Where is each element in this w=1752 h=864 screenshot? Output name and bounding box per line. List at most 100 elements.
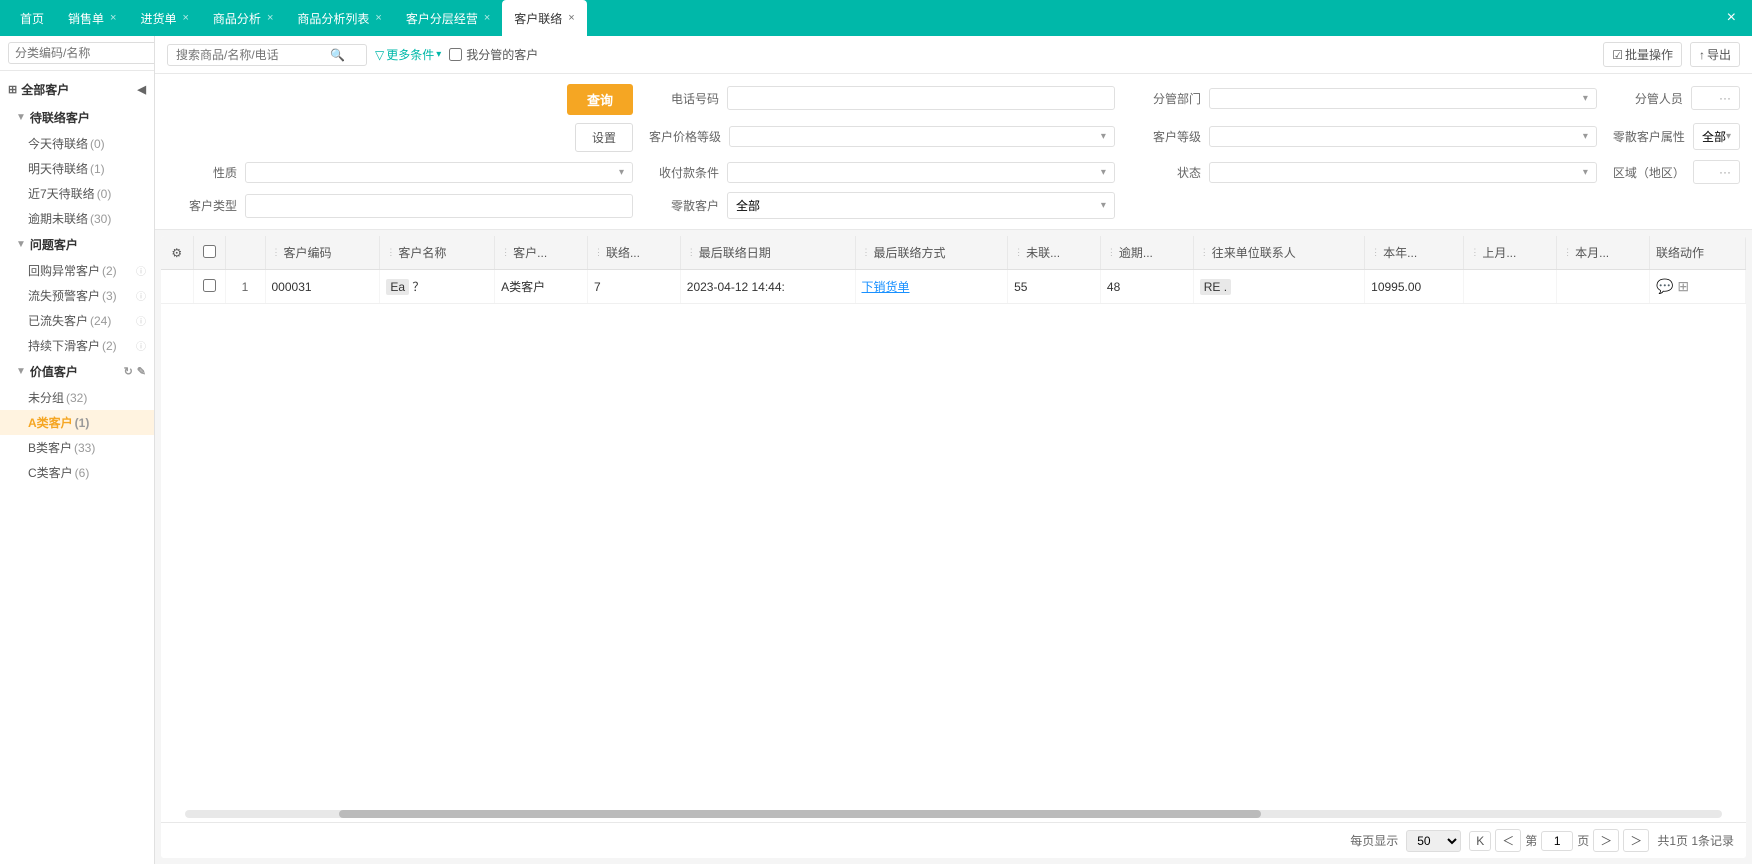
col-type-label: 客户... <box>513 244 547 261</box>
row-action-icons: 💬 ⊞ <box>1656 278 1739 295</box>
status-select[interactable]: ▾ <box>1209 162 1597 183</box>
qr-icon[interactable]: ⊞ <box>1677 278 1689 295</box>
sidebar-item-repurchase[interactable]: 回购异常客户 (2) ⓘ <box>0 258 154 283</box>
nav-customer-tier[interactable]: 客户分层经营 × <box>394 0 502 36</box>
row-checkbox[interactable] <box>203 279 216 292</box>
contact-sort-icon: ⋮ <box>594 247 603 258</box>
nav-analysis[interactable]: 商品分析 × <box>201 0 285 36</box>
all-customers-label: 全部客户 <box>21 81 69 98</box>
nav-home-label: 首页 <box>20 10 44 27</box>
sidebar-group-problem[interactable]: ▼ 问题客户 <box>0 231 154 258</box>
sidebar-item-a-class[interactable]: A类客户 (1) <box>0 410 154 435</box>
nav-sales-close[interactable]: × <box>110 12 116 24</box>
next-page-button[interactable]: ＞ <box>1593 829 1619 852</box>
type-sort-icon: ⋮ <box>501 247 510 258</box>
nav-customer-contact-close[interactable]: × <box>568 12 574 24</box>
nav-home[interactable]: 首页 <box>8 0 56 36</box>
sidebar-item-churn-warning[interactable]: 流失预警客户 (3) ⓘ <box>0 283 154 308</box>
nav-purchase-close[interactable]: × <box>182 12 188 24</box>
sidebar-all-customers[interactable]: ⊞ 全部客户 ◀ <box>0 75 154 104</box>
customer-type-input[interactable] <box>245 194 633 218</box>
export-button[interactable]: ↑ 导出 <box>1690 42 1740 67</box>
global-close-button[interactable]: × <box>1719 9 1744 27</box>
filter-bar: 🔍 ▽ 更多条件 ▾ 我分管的客户 ☑ 批量操作 ↑ 导出 <box>155 36 1752 74</box>
sidebar-group-pending[interactable]: ▼ 待联络客户 <box>0 104 154 131</box>
scroll-thumb[interactable] <box>339 810 1261 818</box>
row-overdue-value: 48 <box>1107 280 1120 294</box>
nav-analysis-list-label: 商品分析列表 <box>297 10 369 27</box>
customer-level-select[interactable]: ▾ <box>1209 126 1597 147</box>
b-class-count: (33) <box>74 441 95 455</box>
sidebar-item-churned[interactable]: 已流失客户 (24) ⓘ <box>0 308 154 333</box>
sidebar-item-c-class[interactable]: C类客户 (6) <box>0 460 154 485</box>
nav-purchase[interactable]: 进货单 × <box>128 0 200 36</box>
filter-search-icon[interactable]: 🔍 <box>330 48 345 62</box>
payment-select[interactable]: ▾ <box>727 162 1115 183</box>
per-page-select[interactable]: 50 100 200 <box>1406 830 1461 852</box>
customer-type-text[interactable] <box>254 199 624 213</box>
batch-operation-button[interactable]: ☑ 批量操作 <box>1603 42 1682 67</box>
value-refresh-icon[interactable]: ↻ <box>124 365 133 378</box>
sidebar-item-today[interactable]: 今天待联络 (0) <box>0 131 154 156</box>
customers-table: ⚙ ⋮ 客户编码 <box>161 236 1746 304</box>
retail-customer-select[interactable]: 全部 ▾ <box>727 192 1115 219</box>
c-class-label: C类客户 <box>28 464 73 481</box>
phone-text-input[interactable] <box>736 91 1106 105</box>
col-no <box>225 236 265 270</box>
row-this-month <box>1557 270 1650 304</box>
row-overdue: 48 <box>1100 270 1193 304</box>
prev-page-button[interactable]: ＜ <box>1495 829 1521 852</box>
row-last-method-value[interactable]: 下销货单 <box>862 280 910 294</box>
filter-row-manager: 分管人员 ··· <box>1613 84 1740 113</box>
phone-input[interactable] <box>727 86 1115 110</box>
dept-select[interactable]: ▾ <box>1209 88 1597 109</box>
filter-more-button[interactable]: ▽ 更多条件 ▾ <box>375 46 441 63</box>
sidebar-item-7days[interactable]: 近7天待联络 (0) <box>0 181 154 206</box>
manager-input[interactable]: ··· <box>1691 86 1740 110</box>
nature-select[interactable]: ▾ <box>245 162 633 183</box>
my-customers-checkbox[interactable] <box>449 48 462 61</box>
horizontal-scrollbar[interactable] <box>185 810 1722 818</box>
action-buttons-area: 查询 设置 <box>167 84 633 152</box>
col-last-method: ⋮ 最后联络方式 <box>855 236 1008 270</box>
nav-sales[interactable]: 销售单 × <box>56 0 128 36</box>
repurchase-count: (2) <box>102 264 117 278</box>
nav-analysis-list[interactable]: 商品分析列表 × <box>285 0 393 36</box>
value-edit-icon[interactable]: ✎ <box>137 365 146 378</box>
first-page-button[interactable]: K <box>1469 831 1491 851</box>
sidebar-collapse-icon[interactable]: ◀ <box>138 83 146 96</box>
sidebar-item-unclassified[interactable]: 未分组 (32) <box>0 385 154 410</box>
row-unit-contact-value: RE . <box>1200 279 1231 295</box>
nav-analysis-list-close[interactable]: × <box>375 12 381 24</box>
sidebar-search-input[interactable] <box>8 42 155 64</box>
overdue-label: 逾期未联络 <box>28 210 88 227</box>
sidebar-item-b-class[interactable]: B类客户 (33) <box>0 435 154 460</box>
settings-button[interactable]: 设置 <box>575 123 633 152</box>
nav-customer-contact[interactable]: 客户联络 × <box>502 0 586 36</box>
row-no-contact-value: 55 <box>1014 280 1027 294</box>
customer-level-label: 客户等级 <box>1131 128 1201 145</box>
page-number-input[interactable] <box>1541 831 1573 851</box>
table-container[interactable]: ⚙ ⋮ 客户编码 <box>161 236 1746 806</box>
row-check <box>193 270 225 304</box>
last-date-sort-icon: ⋮ <box>687 247 696 258</box>
filter-search-input[interactable] <box>176 48 326 62</box>
sidebar-group-value[interactable]: ▼ 价值客户 ↻ ✎ <box>0 358 154 385</box>
col-check <box>193 236 225 270</box>
nav-analysis-close[interactable]: × <box>267 12 273 24</box>
declining-info-icon: ⓘ <box>136 338 146 353</box>
settings-gear-icon[interactable]: ⚙ <box>171 246 182 260</box>
price-level-select[interactable]: ▾ <box>729 126 1115 147</box>
nav-customer-tier-close[interactable]: × <box>484 12 490 24</box>
last-page-button[interactable]: ＞ <box>1623 829 1649 852</box>
retail-customer-value: 全部 <box>736 197 760 214</box>
retail-attr-select[interactable]: 全部 ▾ <box>1693 123 1740 150</box>
select-all-checkbox[interactable] <box>203 245 216 258</box>
chat-icon[interactable]: 💬 <box>1656 278 1673 295</box>
sidebar-item-overdue[interactable]: 逾期未联络 (30) <box>0 206 154 231</box>
sidebar-item-tomorrow[interactable]: 明天待联络 (1) <box>0 156 154 181</box>
query-button[interactable]: 查询 <box>567 84 633 115</box>
repurchase-info-icon: ⓘ <box>136 263 146 278</box>
sidebar-item-declining[interactable]: 持续下滑客户 (2) ⓘ <box>0 333 154 358</box>
region-input[interactable]: ··· <box>1693 160 1740 184</box>
